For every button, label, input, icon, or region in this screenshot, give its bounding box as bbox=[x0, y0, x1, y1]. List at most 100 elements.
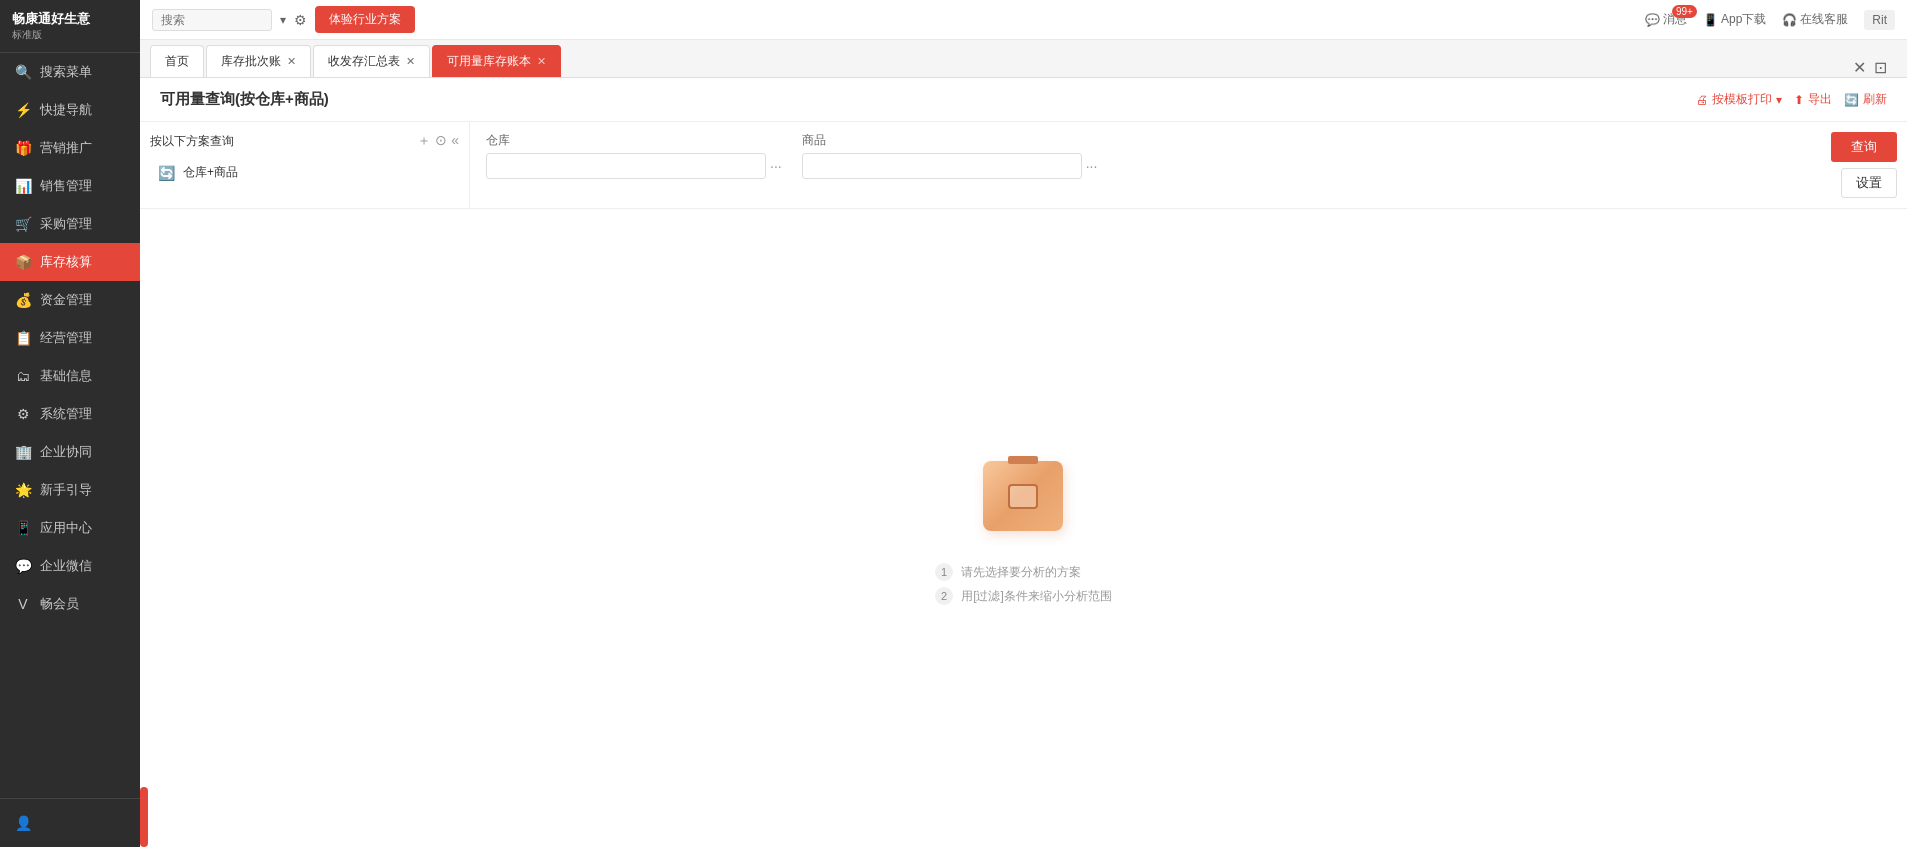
sidebar-item-wechat[interactable]: 💬 企业微信 bbox=[0, 547, 140, 585]
hint-num-1: 1 bbox=[935, 563, 953, 581]
refresh-btn[interactable]: 🔄 刷新 bbox=[1844, 91, 1887, 108]
vip-icon: V bbox=[14, 596, 32, 612]
logo-title: 畅康通好生意 bbox=[12, 10, 128, 28]
sidebar-label-wechat: 企业微信 bbox=[40, 557, 92, 575]
sidebar-item-enterprise[interactable]: 🏢 企业协同 bbox=[0, 433, 140, 471]
hint-list: 1 请先选择要分析的方案 2 用[过滤]条件来缩小分析范围 bbox=[935, 563, 1112, 605]
collapse-icon[interactable]: « bbox=[451, 132, 459, 150]
sidebar-label-sales: 销售管理 bbox=[40, 177, 92, 195]
tab-available-stock[interactable]: 可用量库存账本 ✕ bbox=[432, 45, 561, 77]
product-input[interactable] bbox=[802, 153, 1082, 179]
tab-close-available-stock[interactable]: ✕ bbox=[537, 55, 546, 68]
sidebar-item-vip[interactable]: V 畅会员 bbox=[0, 585, 140, 623]
empty-box bbox=[983, 461, 1063, 531]
hint-item-1: 1 请先选择要分析的方案 bbox=[935, 563, 1112, 581]
message-icon: 💬 bbox=[1645, 13, 1660, 27]
sidebar-label-marketing: 营销推广 bbox=[40, 139, 92, 157]
tab-close-batch-account[interactable]: ✕ bbox=[287, 55, 296, 68]
page-title: 可用量查询(按仓库+商品) bbox=[160, 90, 329, 109]
tab-home[interactable]: 首页 bbox=[150, 45, 204, 77]
scheme-label: 仓库+商品 bbox=[183, 164, 238, 181]
tabbar: 首页库存批次账✕收发存汇总表✕ 可用量库存账本 ✕ ✕ ⊡ bbox=[140, 40, 1907, 78]
message-btn[interactable]: 💬 消息 99+ bbox=[1645, 11, 1687, 28]
message-badge: 99+ bbox=[1672, 5, 1697, 18]
hint-item-2: 2 用[过滤]条件来缩小分析范围 bbox=[935, 587, 1112, 605]
sidebar: 畅康通好生意 标准版 🔍 搜索菜单 ⚡ 快捷导航 🎁 营销推广 📊 销售管理 🛒… bbox=[0, 0, 140, 847]
user-name[interactable]: Rit bbox=[1864, 10, 1895, 30]
filter-scheme-header: 按以下方案查询 ＋ ⊙ « bbox=[150, 132, 459, 150]
content-area: 可用量查询(按仓库+商品) 🖨 按模板打印 ▾ ⬆ 导出 🔄 刷新 bbox=[140, 78, 1907, 847]
export-btn[interactable]: ⬆ 导出 bbox=[1794, 91, 1832, 108]
edit-scheme-icon[interactable]: ⊙ bbox=[435, 132, 447, 150]
sidebar-label-vip: 畅会员 bbox=[40, 595, 79, 613]
refresh-icon: 🔄 bbox=[1844, 93, 1859, 107]
quick-nav-icon: ⚡ bbox=[14, 102, 32, 118]
logo-sub: 标准版 bbox=[12, 28, 128, 42]
chevron-down-icon: ▾ bbox=[280, 13, 286, 27]
sidebar-label-system: 系统管理 bbox=[40, 405, 92, 423]
search-input[interactable] bbox=[152, 9, 272, 31]
basic-icon: 🗂 bbox=[14, 368, 32, 384]
sidebar-item-operations[interactable]: 📋 经营管理 bbox=[0, 319, 140, 357]
tab-label-available-stock: 可用量库存账本 bbox=[447, 53, 531, 70]
sidebar-label-quick-nav: 快捷导航 bbox=[40, 101, 92, 119]
operations-icon: 📋 bbox=[14, 330, 32, 346]
sidebar-item-quick-nav[interactable]: ⚡ 快捷导航 bbox=[0, 91, 140, 129]
product-label: 商品 bbox=[802, 132, 1098, 149]
query-btn[interactable]: 查询 bbox=[1831, 132, 1897, 162]
sidebar-label-finance: 资金管理 bbox=[40, 291, 92, 309]
tab-batch-account[interactable]: 库存批次账✕ bbox=[206, 45, 311, 77]
maximize-window-btn[interactable]: ⊡ bbox=[1874, 58, 1887, 77]
hint-text-2: 用[过滤]条件来缩小分析范围 bbox=[961, 588, 1112, 605]
filter-area: 按以下方案查询 ＋ ⊙ « 🔄 仓库+商品 仓库 bbox=[140, 122, 1907, 209]
tab-income-summary[interactable]: 收发存汇总表✕ bbox=[313, 45, 430, 77]
scheme-item-warehouse-product[interactable]: 🔄 仓库+商品 bbox=[150, 158, 459, 187]
industry-btn[interactable]: 体验行业方案 bbox=[315, 6, 415, 33]
sidebar-item-system[interactable]: ⚙ 系统管理 bbox=[0, 395, 140, 433]
sidebar-item-finance[interactable]: 💰 资金管理 bbox=[0, 281, 140, 319]
sidebar-label-operations: 经营管理 bbox=[40, 329, 92, 347]
sidebar-item-marketing[interactable]: 🎁 营销推广 bbox=[0, 129, 140, 167]
sidebar-item-appstore[interactable]: 📱 应用中心 bbox=[0, 509, 140, 547]
sidebar-item-newbie[interactable]: 🌟 新手引导 bbox=[0, 471, 140, 509]
product-more-icon[interactable]: ··· bbox=[1086, 158, 1098, 174]
print-icon: 🖨 bbox=[1696, 93, 1708, 107]
warehouse-input[interactable] bbox=[486, 153, 766, 179]
hint-num-2: 2 bbox=[935, 587, 953, 605]
sidebar-label-enterprise: 企业协同 bbox=[40, 443, 92, 461]
settings-btn[interactable]: 设置 bbox=[1841, 168, 1897, 198]
enterprise-icon: 🏢 bbox=[14, 444, 32, 460]
sidebar-label-newbie: 新手引导 bbox=[40, 481, 92, 499]
sidebar-item-basic[interactable]: 🗂 基础信息 bbox=[0, 357, 140, 395]
finance-icon: 💰 bbox=[14, 292, 32, 308]
scheme-icon: 🔄 bbox=[158, 165, 175, 181]
tab-close-income-summary[interactable]: ✕ bbox=[406, 55, 415, 68]
wechat-icon: 💬 bbox=[14, 558, 32, 574]
sidebar-scroll: 🔍 搜索菜单 ⚡ 快捷导航 🎁 营销推广 📊 销售管理 🛒 采购管理 📦 库存核… bbox=[0, 53, 140, 798]
filter-field-product: 商品 ··· bbox=[802, 132, 1098, 179]
sidebar-item-inventory[interactable]: 📦 库存核算 bbox=[0, 243, 140, 281]
warehouse-more-icon[interactable]: ··· bbox=[770, 158, 782, 174]
newbie-icon: 🌟 bbox=[14, 482, 32, 498]
filter-field-warehouse: 仓库 ··· bbox=[486, 132, 782, 179]
sidebar-label-purchase: 采购管理 bbox=[40, 215, 92, 233]
page-header: 可用量查询(按仓库+商品) 🖨 按模板打印 ▾ ⬆ 导出 🔄 刷新 bbox=[140, 78, 1907, 122]
app-download-btn[interactable]: 📱 App下载 bbox=[1703, 11, 1766, 28]
online-service-btn[interactable]: 🎧 在线客服 bbox=[1782, 11, 1848, 28]
window-controls: ✕ ⊡ bbox=[1843, 58, 1897, 77]
export-icon: ⬆ bbox=[1794, 93, 1804, 107]
sidebar-item-purchase[interactable]: 🛒 采购管理 bbox=[0, 205, 140, 243]
add-scheme-icon[interactable]: ＋ bbox=[417, 132, 431, 150]
scrollbar-thumb bbox=[140, 787, 148, 847]
print-dropdown-icon: ▾ bbox=[1776, 93, 1782, 107]
warehouse-input-wrap: ··· bbox=[486, 153, 782, 179]
topbar-right: 💬 消息 99+ 📱 App下载 🎧 在线客服 Rit bbox=[1645, 10, 1895, 30]
print-btn[interactable]: 🖨 按模板打印 ▾ bbox=[1696, 91, 1782, 108]
tab-label-home: 首页 bbox=[165, 53, 189, 70]
dropdown-btn[interactable]: ▾ bbox=[280, 13, 286, 27]
sidebar-item-bottom[interactable]: 👤 bbox=[0, 807, 140, 839]
sidebar-item-search[interactable]: 🔍 搜索菜单 bbox=[0, 53, 140, 91]
close-window-btn[interactable]: ✕ bbox=[1853, 58, 1866, 77]
gear-icon[interactable]: ⚙ bbox=[294, 12, 307, 28]
sidebar-item-sales[interactable]: 📊 销售管理 bbox=[0, 167, 140, 205]
